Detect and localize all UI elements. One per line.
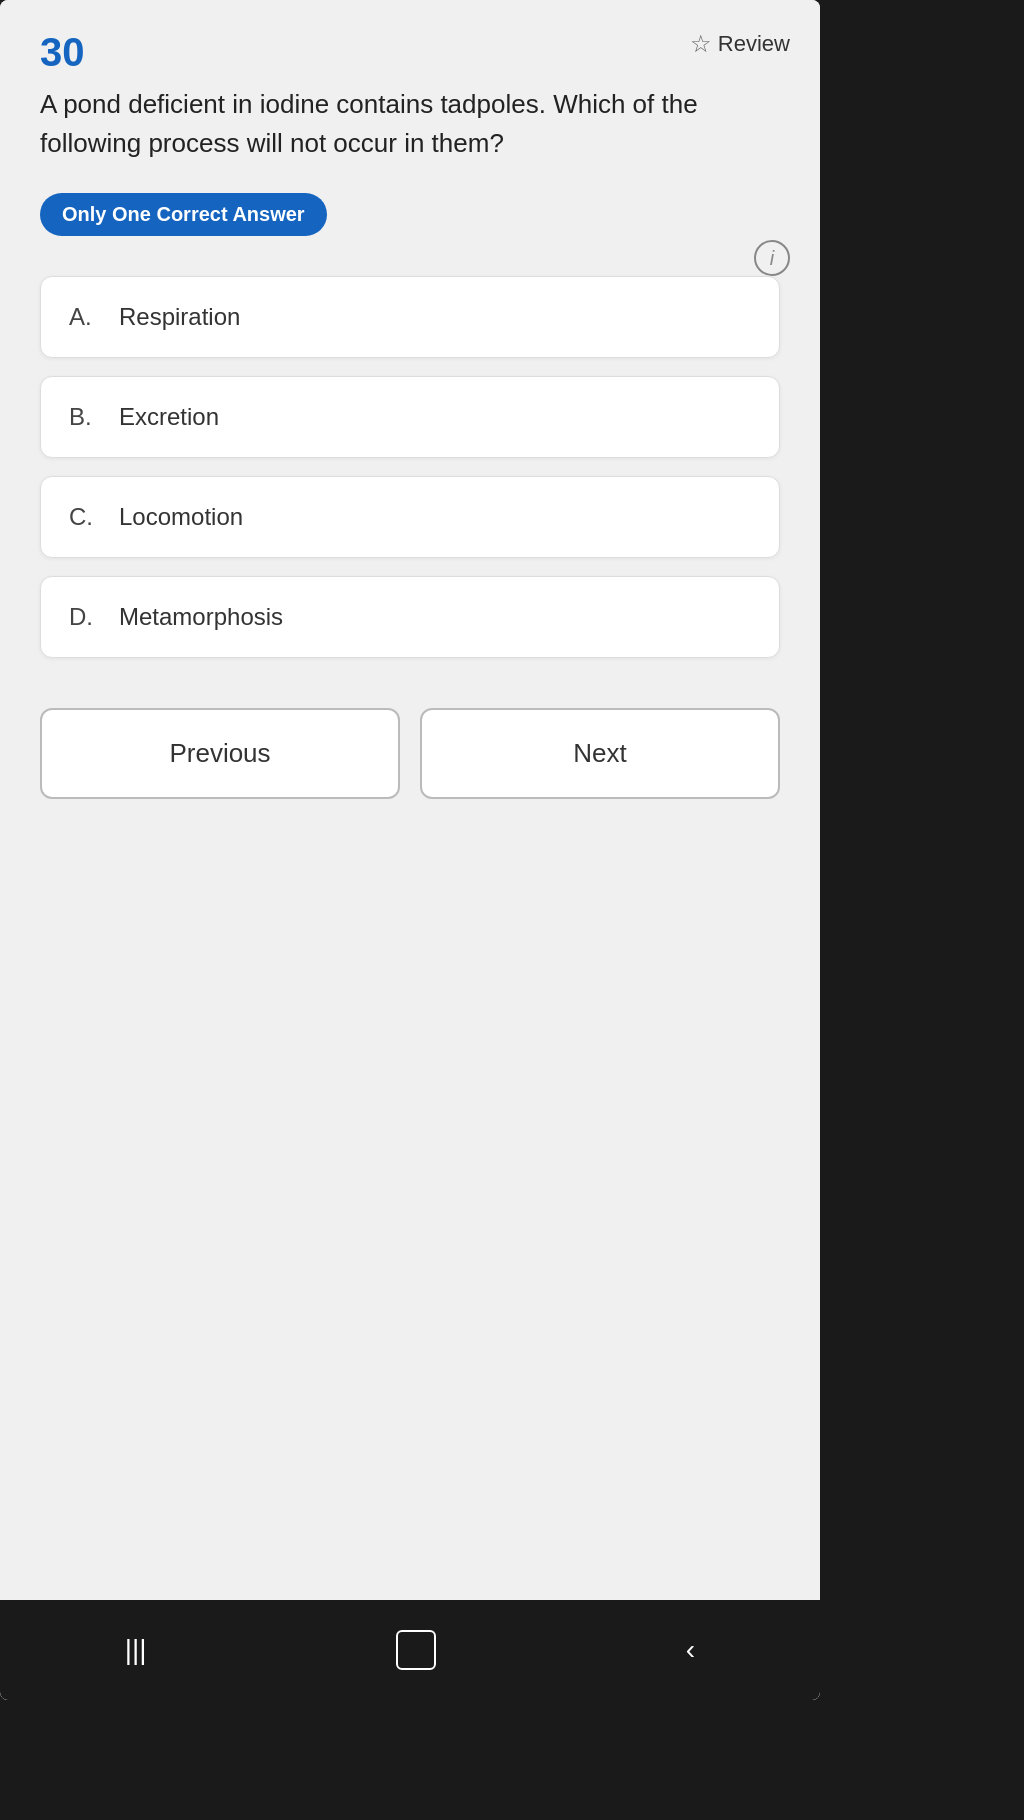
- phone-screen: 30 ☆ Review A pond deficient in iodine c…: [0, 0, 820, 1700]
- question-number: 30: [40, 30, 780, 75]
- option-c-label: C.: [69, 503, 99, 531]
- info-icon[interactable]: i: [754, 240, 790, 276]
- option-b-label: B.: [69, 403, 99, 431]
- previous-button[interactable]: Previous: [40, 708, 400, 799]
- option-d-text: Metamorphosis: [119, 603, 283, 631]
- option-c[interactable]: C. Locomotion: [40, 476, 780, 558]
- review-label: Review: [718, 31, 790, 57]
- nav-buttons: Previous Next: [40, 708, 780, 799]
- option-a[interactable]: A. Respiration: [40, 276, 780, 358]
- next-button[interactable]: Next: [420, 708, 780, 799]
- review-button[interactable]: ☆ Review: [690, 30, 790, 58]
- option-b-text: Excretion: [119, 403, 219, 431]
- star-icon: ☆: [690, 30, 712, 58]
- bottom-nav: ||| ‹: [0, 1600, 820, 1700]
- menu-icon[interactable]: |||: [125, 1634, 147, 1666]
- back-icon[interactable]: ‹: [686, 1634, 695, 1666]
- option-a-label: A.: [69, 303, 99, 331]
- answer-type-badge: Only One Correct Answer: [40, 193, 327, 236]
- option-d-label: D.: [69, 603, 99, 631]
- content-area: 30 ☆ Review A pond deficient in iodine c…: [0, 0, 820, 1700]
- options-container: A. Respiration B. Excretion C. Locomotio…: [40, 276, 780, 658]
- option-a-text: Respiration: [119, 303, 240, 331]
- option-c-text: Locomotion: [119, 503, 243, 531]
- question-text: A pond deficient in iodine contains tadp…: [40, 85, 780, 163]
- option-d[interactable]: D. Metamorphosis: [40, 576, 780, 658]
- option-b[interactable]: B. Excretion: [40, 376, 780, 458]
- info-symbol: i: [770, 247, 774, 270]
- home-icon[interactable]: [396, 1630, 436, 1670]
